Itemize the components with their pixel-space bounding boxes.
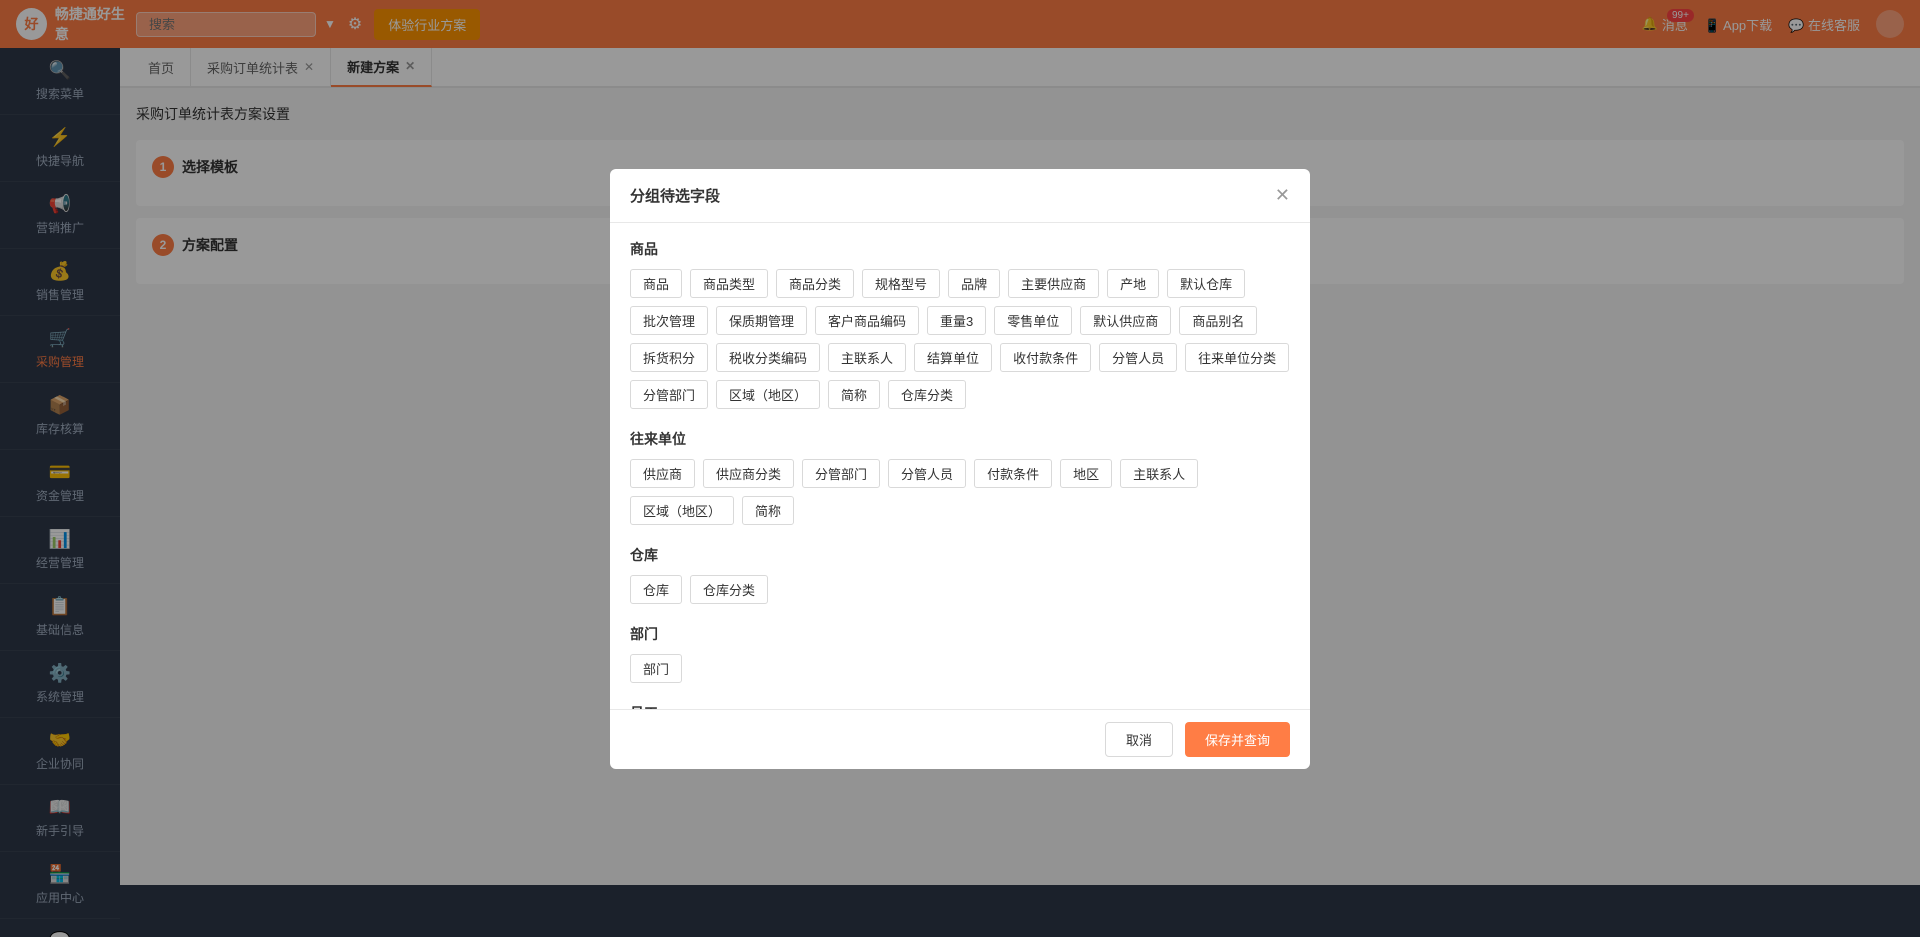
department-field-tags: 部门 bbox=[630, 654, 1290, 683]
field-tag-supplier-category[interactable]: 供应商分类 bbox=[703, 459, 794, 488]
field-tag-product[interactable]: 商品 bbox=[630, 269, 682, 298]
dialog-close-button[interactable]: ✕ bbox=[1275, 185, 1290, 206]
section-department: 部门 部门 bbox=[630, 624, 1290, 683]
field-tag-batch-mgmt[interactable]: 批次管理 bbox=[630, 306, 708, 335]
field-tag-product-type[interactable]: 商品类型 bbox=[690, 269, 768, 298]
field-tag-product-category[interactable]: 商品分类 bbox=[776, 269, 854, 298]
field-tag-warehouse[interactable]: 仓库 bbox=[630, 575, 682, 604]
field-tag-partner-supervisor[interactable]: 分管人员 bbox=[888, 459, 966, 488]
field-tag-default-supplier[interactable]: 默认供应商 bbox=[1080, 306, 1171, 335]
field-tag-unpack-points[interactable]: 拆货积分 bbox=[630, 343, 708, 372]
warehouse-field-tags: 仓库 仓库分类 bbox=[630, 575, 1290, 604]
field-tag-spec-model[interactable]: 规格型号 bbox=[862, 269, 940, 298]
save-query-button[interactable]: 保存并查询 bbox=[1185, 722, 1290, 757]
field-tag-short-name[interactable]: 简称 bbox=[828, 380, 880, 409]
field-tag-warehouse-category[interactable]: 仓库分类 bbox=[888, 380, 966, 409]
field-tag-payment-condition[interactable]: 付款条件 bbox=[974, 459, 1052, 488]
section-department-title: 部门 bbox=[630, 624, 1290, 644]
field-tag-main-contact2[interactable]: 主联系人 bbox=[1120, 459, 1198, 488]
field-tag-region-area[interactable]: 区域（地区） bbox=[716, 380, 820, 409]
section-partner: 往来单位 供应商 供应商分类 分管部门 分管人员 付款条件 地区 主联系人 区域… bbox=[630, 429, 1290, 525]
field-tag-origin[interactable]: 产地 bbox=[1107, 269, 1159, 298]
field-tag-dept-mgmt[interactable]: 分管部门 bbox=[630, 380, 708, 409]
field-tag-department[interactable]: 部门 bbox=[630, 654, 682, 683]
field-tag-partner-category[interactable]: 往来单位分类 bbox=[1185, 343, 1289, 372]
dialog-header: 分组待选字段 ✕ bbox=[610, 169, 1310, 223]
field-tag-brand[interactable]: 品牌 bbox=[948, 269, 1000, 298]
field-tag-region-area2[interactable]: 区域（地区） bbox=[630, 496, 734, 525]
field-tag-region[interactable]: 地区 bbox=[1060, 459, 1112, 488]
section-product: 商品 商品 商品类型 商品分类 规格型号 品牌 主要供应商 产地 默认仓库 批次… bbox=[630, 239, 1290, 409]
field-tag-supervisor[interactable]: 分管人员 bbox=[1099, 343, 1177, 372]
dialog-body: 商品 商品 商品类型 商品分类 规格型号 品牌 主要供应商 产地 默认仓库 批次… bbox=[610, 223, 1310, 709]
field-tag-default-warehouse[interactable]: 默认仓库 bbox=[1167, 269, 1245, 298]
cancel-button[interactable]: 取消 bbox=[1105, 722, 1173, 757]
field-tag-tax-code[interactable]: 税收分类编码 bbox=[716, 343, 820, 372]
field-tag-alias[interactable]: 商品别名 bbox=[1179, 306, 1257, 335]
field-tag-weight3[interactable]: 重量3 bbox=[927, 306, 986, 335]
field-tag-customer-code[interactable]: 客户商品编码 bbox=[815, 306, 919, 335]
field-tag-retail-unit[interactable]: 零售单位 bbox=[994, 306, 1072, 335]
field-tag-main-contact[interactable]: 主联系人 bbox=[828, 343, 906, 372]
field-tag-expiry-mgmt[interactable]: 保质期管理 bbox=[716, 306, 807, 335]
field-tag-main-supplier[interactable]: 主要供应商 bbox=[1008, 269, 1099, 298]
field-tag-partner-dept[interactable]: 分管部门 bbox=[802, 459, 880, 488]
field-selection-dialog: 分组待选字段 ✕ 商品 商品 商品类型 商品分类 规格型号 品牌 主要供应商 产… bbox=[610, 169, 1310, 769]
field-tag-settlement-unit[interactable]: 结算单位 bbox=[914, 343, 992, 372]
field-tag-warehouse-type[interactable]: 仓库分类 bbox=[690, 575, 768, 604]
dialog-footer: 取消 保存并查询 bbox=[610, 709, 1310, 769]
field-tag-supplier[interactable]: 供应商 bbox=[630, 459, 695, 488]
section-warehouse-title: 仓库 bbox=[630, 545, 1290, 565]
section-product-title: 商品 bbox=[630, 239, 1290, 259]
partner-field-tags: 供应商 供应商分类 分管部门 分管人员 付款条件 地区 主联系人 区域（地区） … bbox=[630, 459, 1290, 525]
product-field-tags: 商品 商品类型 商品分类 规格型号 品牌 主要供应商 产地 默认仓库 批次管理 … bbox=[630, 269, 1290, 409]
field-tag-short-name2[interactable]: 简称 bbox=[742, 496, 794, 525]
dialog-title: 分组待选字段 bbox=[630, 185, 720, 206]
modal-overlay[interactable]: 分组待选字段 ✕ 商品 商品 商品类型 商品分类 规格型号 品牌 主要供应商 产… bbox=[0, 0, 1920, 937]
section-warehouse: 仓库 仓库 仓库分类 bbox=[630, 545, 1290, 604]
section-partner-title: 往来单位 bbox=[630, 429, 1290, 449]
field-tag-payment-terms[interactable]: 收付款条件 bbox=[1000, 343, 1091, 372]
